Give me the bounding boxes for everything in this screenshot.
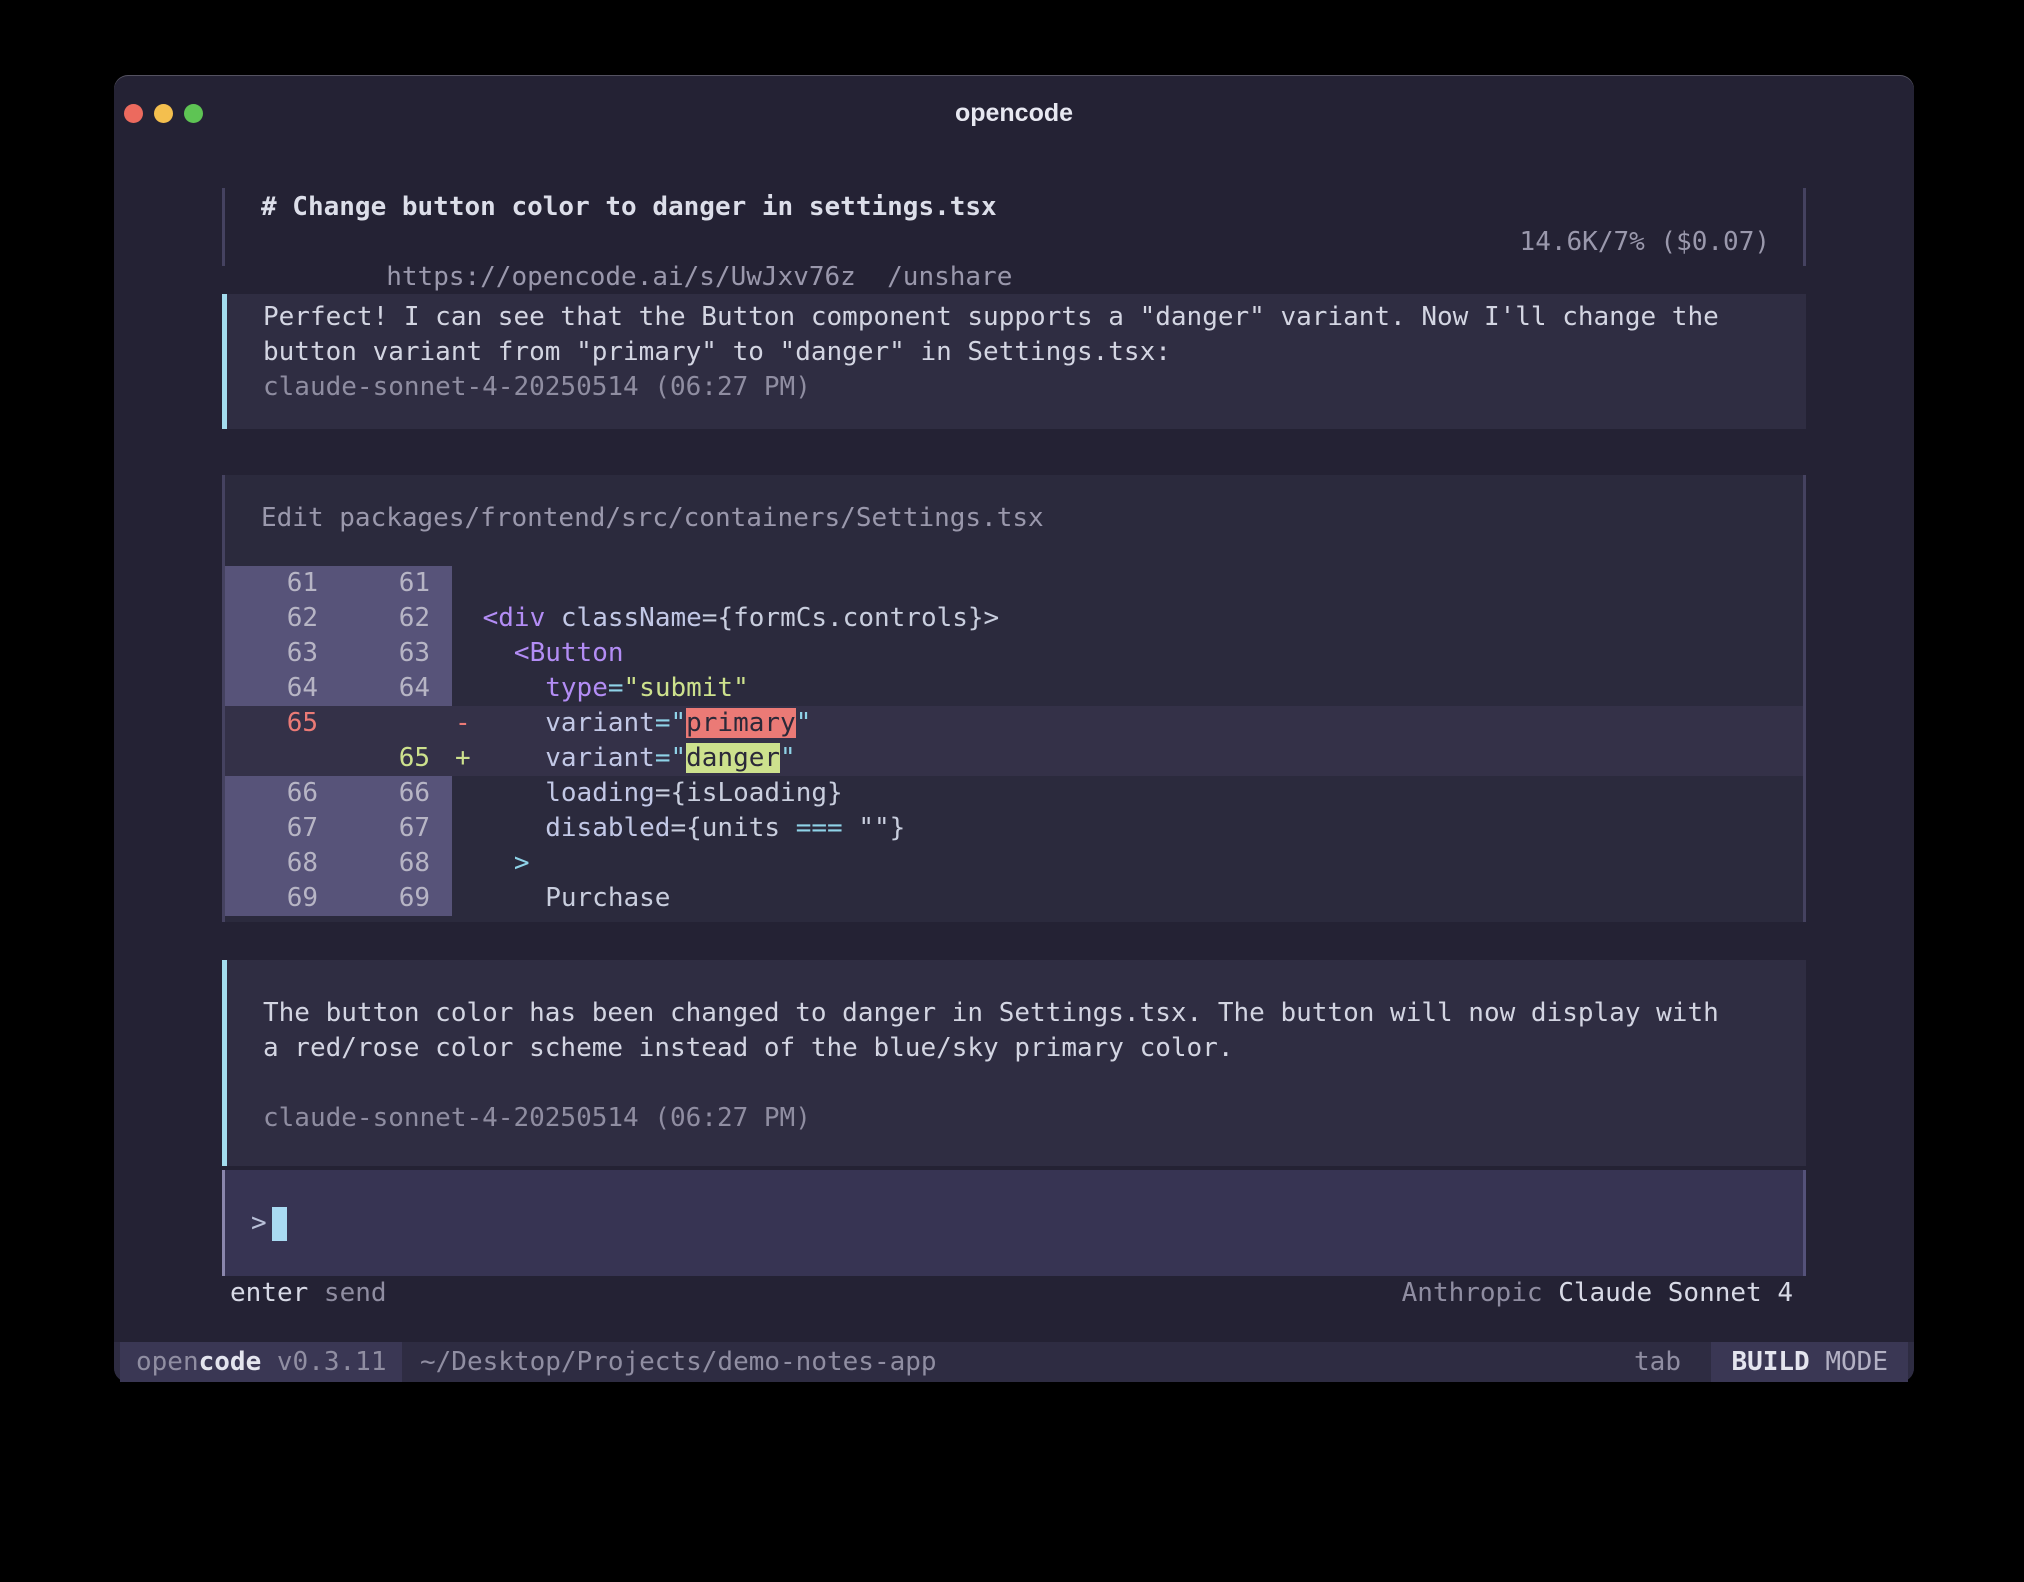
hints-row: enter send Anthropic Claude Sonnet 4 xyxy=(230,1276,1793,1311)
diff-view: 61616262 <div className={formCs.controls… xyxy=(225,566,1803,916)
app-version-chip: opencode v0.3.11 xyxy=(120,1342,402,1382)
message-meta: claude-sonnet-4-20250514 (06:27 PM) xyxy=(263,1101,1773,1136)
diff-old-lineno: 62 xyxy=(225,601,330,636)
diff-change-marker: + xyxy=(455,741,471,776)
message-line: a red/rose color scheme instead of the b… xyxy=(263,1031,1773,1066)
diff-row: 6262 <div className={formCs.controls}> xyxy=(225,601,1803,636)
diff-row: 6666 loading={isLoading} xyxy=(225,776,1803,811)
diff-old-lineno: 68 xyxy=(225,846,330,881)
message-text: The button color has been changed to dan… xyxy=(263,996,1773,1101)
diff-old-lineno: 65 xyxy=(225,706,330,741)
message-text: Perfect! I can see that the Button compo… xyxy=(263,300,1773,370)
opencode-window: opencode # Change button color to danger… xyxy=(114,75,1914,1382)
prompt-caret-char: > xyxy=(251,1206,267,1241)
diff-old-lineno xyxy=(225,741,330,776)
diff-code-line: - variant="primary" xyxy=(420,706,1803,741)
diff-code-line: <div className={formCs.controls}> xyxy=(420,601,1803,636)
edit-tool-block: Edit packages/frontend/src/containers/Se… xyxy=(222,475,1806,922)
send-hint: enter send xyxy=(230,1276,387,1311)
session-header: # Change button color to danger in setti… xyxy=(222,188,1806,266)
tab-key-hint: tab xyxy=(1634,1342,1681,1382)
message-meta: claude-sonnet-4-20250514 (06:27 PM) xyxy=(263,370,1773,405)
prompt-input[interactable]: > xyxy=(222,1170,1806,1276)
diff-code-line: Purchase xyxy=(420,881,1803,916)
diff-old-lineno: 63 xyxy=(225,636,330,671)
message-line xyxy=(263,1066,1773,1101)
text-cursor xyxy=(272,1207,287,1241)
diff-row: 6767 disabled={units === ""} xyxy=(225,811,1803,846)
session-title: # Change button color to danger in setti… xyxy=(261,190,1770,225)
status-bar: opencode v0.3.11 ~/Desktop/Projects/demo… xyxy=(114,1342,1914,1382)
diff-code-line: type="submit" xyxy=(420,671,1803,706)
message-line: The button color has been changed to dan… xyxy=(263,996,1773,1031)
share-url-link[interactable]: https://opencode.ai/s/UwJxv76z xyxy=(386,262,856,292)
diff-row: 65 - variant="primary" xyxy=(225,706,1803,741)
assistant-message: The button color has been changed to dan… xyxy=(222,960,1806,1166)
diff-old-lineno: 61 xyxy=(225,566,330,601)
diff-change-marker: - xyxy=(455,706,471,741)
diff-code-line: disabled={units === ""} xyxy=(420,811,1803,846)
message-line: button variant from "primary" to "danger… xyxy=(263,335,1773,370)
unshare-command[interactable]: /unshare xyxy=(887,262,1012,292)
message-line: Perfect! I can see that the Button compo… xyxy=(263,300,1773,335)
diff-old-lineno: 66 xyxy=(225,776,330,811)
diff-code-line: + variant="danger" xyxy=(420,741,1803,776)
mode-chip: BUILD MODE xyxy=(1711,1342,1908,1382)
diff-row: 6868 > xyxy=(225,846,1803,881)
diff-row: 6464 type="submit" xyxy=(225,671,1803,706)
diff-old-lineno: 64 xyxy=(225,671,330,706)
model-indicator: Anthropic Claude Sonnet 4 xyxy=(1402,1276,1793,1311)
diff-old-lineno: 69 xyxy=(225,881,330,916)
diff-code-line xyxy=(420,566,1803,601)
diff-code-line: > xyxy=(420,846,1803,881)
diff-row: 6969 Purchase xyxy=(225,881,1803,916)
diff-code-line: loading={isLoading} xyxy=(420,776,1803,811)
diff-row: 65+ variant="danger" xyxy=(225,741,1803,776)
diff-row: 6161 xyxy=(225,566,1803,601)
window-title: opencode xyxy=(114,99,1914,128)
assistant-message: Perfect! I can see that the Button compo… xyxy=(222,294,1806,429)
working-directory: ~/Desktop/Projects/demo-notes-app xyxy=(420,1342,937,1382)
diff-old-lineno: 67 xyxy=(225,811,330,846)
diff-row: 6363 <Button xyxy=(225,636,1803,671)
edit-file-path: Edit packages/frontend/src/containers/Se… xyxy=(261,503,1044,533)
diff-code-line: <Button xyxy=(420,636,1803,671)
